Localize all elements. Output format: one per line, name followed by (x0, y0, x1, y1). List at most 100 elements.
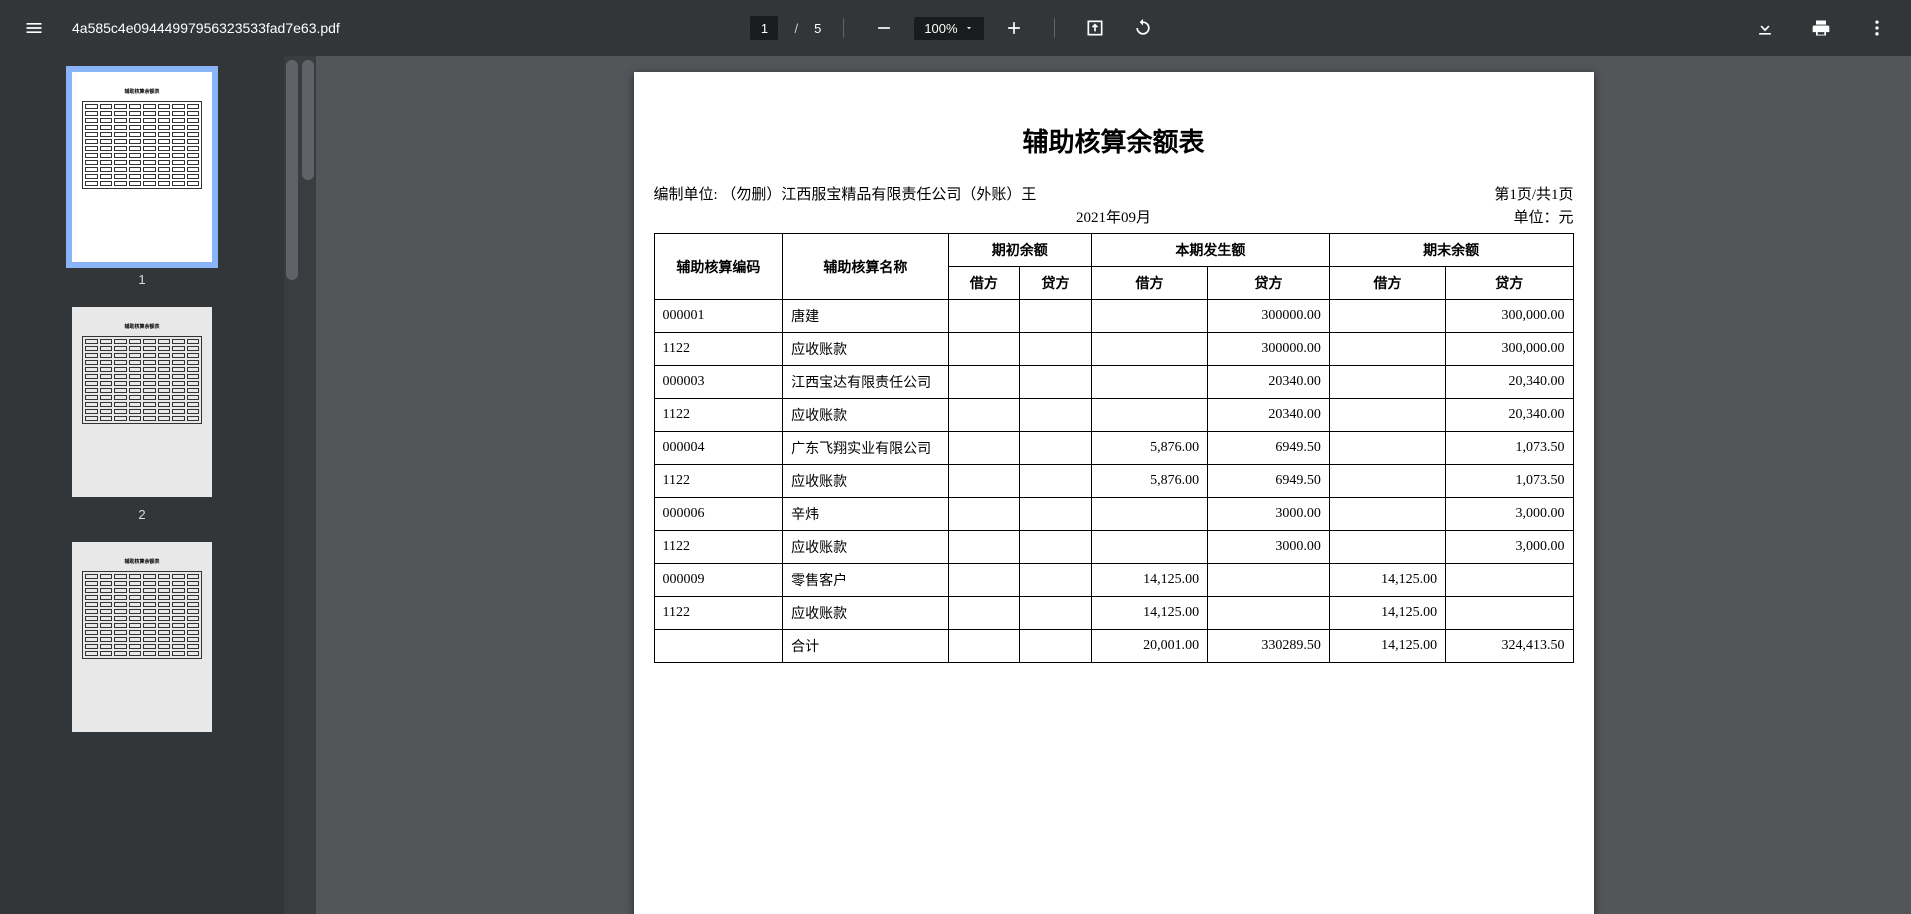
cell-value (948, 465, 1020, 498)
page-sep: / (794, 21, 798, 36)
cell-value (948, 630, 1020, 663)
table-row: 1122应收账款3000.003,000.00 (654, 531, 1573, 564)
cell-value (948, 531, 1020, 564)
cell-value (1329, 432, 1445, 465)
unit-label: 单位：元 (1151, 206, 1574, 227)
page-total: 5 (814, 21, 821, 36)
cell-value (948, 564, 1020, 597)
toolbar-divider (843, 18, 844, 38)
table-row: 000003江西宝达有限责任公司20340.0020,340.00 (654, 366, 1573, 399)
sidebar-scrollbar[interactable] (284, 56, 300, 914)
org-label: 编制单位: (654, 187, 718, 203)
cell-value: 5,876.00 (1091, 432, 1207, 465)
cell-value (1208, 597, 1330, 630)
table-row: 1122应收账款14,125.0014,125.00 (654, 597, 1573, 630)
cell-value: 300,000.00 (1446, 300, 1573, 333)
cell-value (1446, 597, 1573, 630)
cell-value (948, 498, 1020, 531)
cell-value (948, 597, 1020, 630)
thumbnail-page[interactable]: 辅助核算余额表 (72, 72, 212, 262)
cell-value (948, 366, 1020, 399)
cell-value (1020, 432, 1092, 465)
zoom-level-value: 100% (924, 21, 957, 36)
cell-value (1329, 531, 1445, 564)
cell-value (1091, 399, 1207, 432)
cell-value: 14,125.00 (1329, 630, 1445, 663)
cell-value: 3,000.00 (1446, 531, 1573, 564)
cell-value: 300000.00 (1208, 300, 1330, 333)
thumbnail-mini-table (82, 101, 202, 189)
fit-page-button[interactable] (1077, 10, 1113, 46)
cell-value: 1,073.50 (1446, 465, 1573, 498)
cell-code (654, 630, 783, 663)
cell-value (1020, 300, 1092, 333)
cell-value: 3000.00 (1208, 531, 1330, 564)
cell-value: 300000.00 (1208, 333, 1330, 366)
thumbnail-mini-table (82, 336, 202, 424)
page-viewport[interactable]: 辅助核算余额表 编制单位: （勿删）江西服宝精品有限责任公司（外账）王 第1页/… (316, 56, 1911, 914)
table-row: 1122应收账款20340.0020,340.00 (654, 399, 1573, 432)
cell-value: 324,413.50 (1446, 630, 1573, 663)
period-label: 2021年09月 (1076, 206, 1151, 227)
cell-code: 1122 (654, 333, 783, 366)
thumbnail-sidebar: 辅助核算余额表1辅助核算余额表2辅助核算余额表 (0, 56, 300, 914)
table-row: 1122应收账款5,876.006949.501,073.50 (654, 465, 1573, 498)
col-closing-credit: 贷方 (1446, 267, 1573, 300)
thumbnail-page[interactable]: 辅助核算余额表 (72, 307, 212, 497)
menu-button[interactable] (16, 10, 52, 46)
cell-value (1020, 531, 1092, 564)
page-number-input[interactable] (750, 16, 778, 40)
thumbnail-list[interactable]: 辅助核算余额表1辅助核算余额表2辅助核算余额表 (0, 56, 284, 914)
download-button[interactable] (1747, 10, 1783, 46)
cell-name: 应收账款 (783, 531, 948, 564)
thumbnail-mini-title: 辅助核算余额表 (124, 558, 159, 565)
cell-value: 14,125.00 (1091, 564, 1207, 597)
cell-value (1091, 531, 1207, 564)
page-info: 第1页/共1页 (1114, 183, 1574, 204)
main-area: 辅助核算余额表1辅助核算余额表2辅助核算余额表 辅助核算余额表 编制单位: （勿… (0, 56, 1911, 914)
cell-code: 000001 (654, 300, 783, 333)
cell-name: 合计 (783, 630, 948, 663)
cell-value: 5,876.00 (1091, 465, 1207, 498)
thumbnail-item[interactable]: 辅助核算余额表 1 (0, 72, 284, 287)
zoom-level-select[interactable]: 100% (914, 17, 983, 40)
cell-value: 20340.00 (1208, 399, 1330, 432)
thumbnail-label: 1 (138, 272, 145, 287)
cell-value (1020, 498, 1092, 531)
org-line: 编制单位: （勿删）江西服宝精品有限责任公司（外账）王 (654, 183, 1114, 204)
cell-name: 江西宝达有限责任公司 (783, 366, 948, 399)
cell-value (1329, 333, 1445, 366)
more-button[interactable] (1859, 10, 1895, 46)
cell-code: 000006 (654, 498, 783, 531)
content-scrollbar-thumb[interactable] (302, 60, 314, 180)
print-button[interactable] (1803, 10, 1839, 46)
rotate-button[interactable] (1125, 10, 1161, 46)
cell-value (1329, 300, 1445, 333)
cell-code: 000004 (654, 432, 783, 465)
org-name: （勿删）江西服宝精品有限责任公司（外账）王 (721, 187, 1036, 203)
col-closing-debit: 借方 (1329, 267, 1445, 300)
download-icon (1755, 18, 1775, 38)
cell-value (1020, 399, 1092, 432)
col-current-credit: 贷方 (1208, 267, 1330, 300)
cell-value: 20,001.00 (1091, 630, 1207, 663)
more-vert-icon (1867, 18, 1887, 38)
col-name: 辅助核算名称 (783, 234, 948, 300)
zoom-out-button[interactable] (866, 10, 902, 46)
content-scrollbar[interactable] (300, 56, 316, 914)
sidebar-scrollbar-thumb[interactable] (286, 60, 298, 280)
cell-value: 3,000.00 (1446, 498, 1573, 531)
cell-name: 应收账款 (783, 465, 948, 498)
cell-value (1091, 498, 1207, 531)
table-row: 000001唐建 300000.00 300,000.00 (654, 300, 1573, 333)
cell-name: 辛炜 (783, 498, 948, 531)
zoom-in-button[interactable] (996, 10, 1032, 46)
cell-name: 广东飞翔实业有限公司 (783, 432, 948, 465)
thumbnail-item[interactable]: 辅助核算余额表 (0, 542, 284, 732)
table-row: 000004广东飞翔实业有限公司5,876.006949.501,073.50 (654, 432, 1573, 465)
cell-value: 6949.50 (1208, 465, 1330, 498)
thumbnail-item[interactable]: 辅助核算余额表2 (0, 307, 284, 522)
thumbnail-page[interactable]: 辅助核算余额表 (72, 542, 212, 732)
cell-name: 唐建 (783, 300, 948, 333)
cell-value: 20,340.00 (1446, 399, 1573, 432)
